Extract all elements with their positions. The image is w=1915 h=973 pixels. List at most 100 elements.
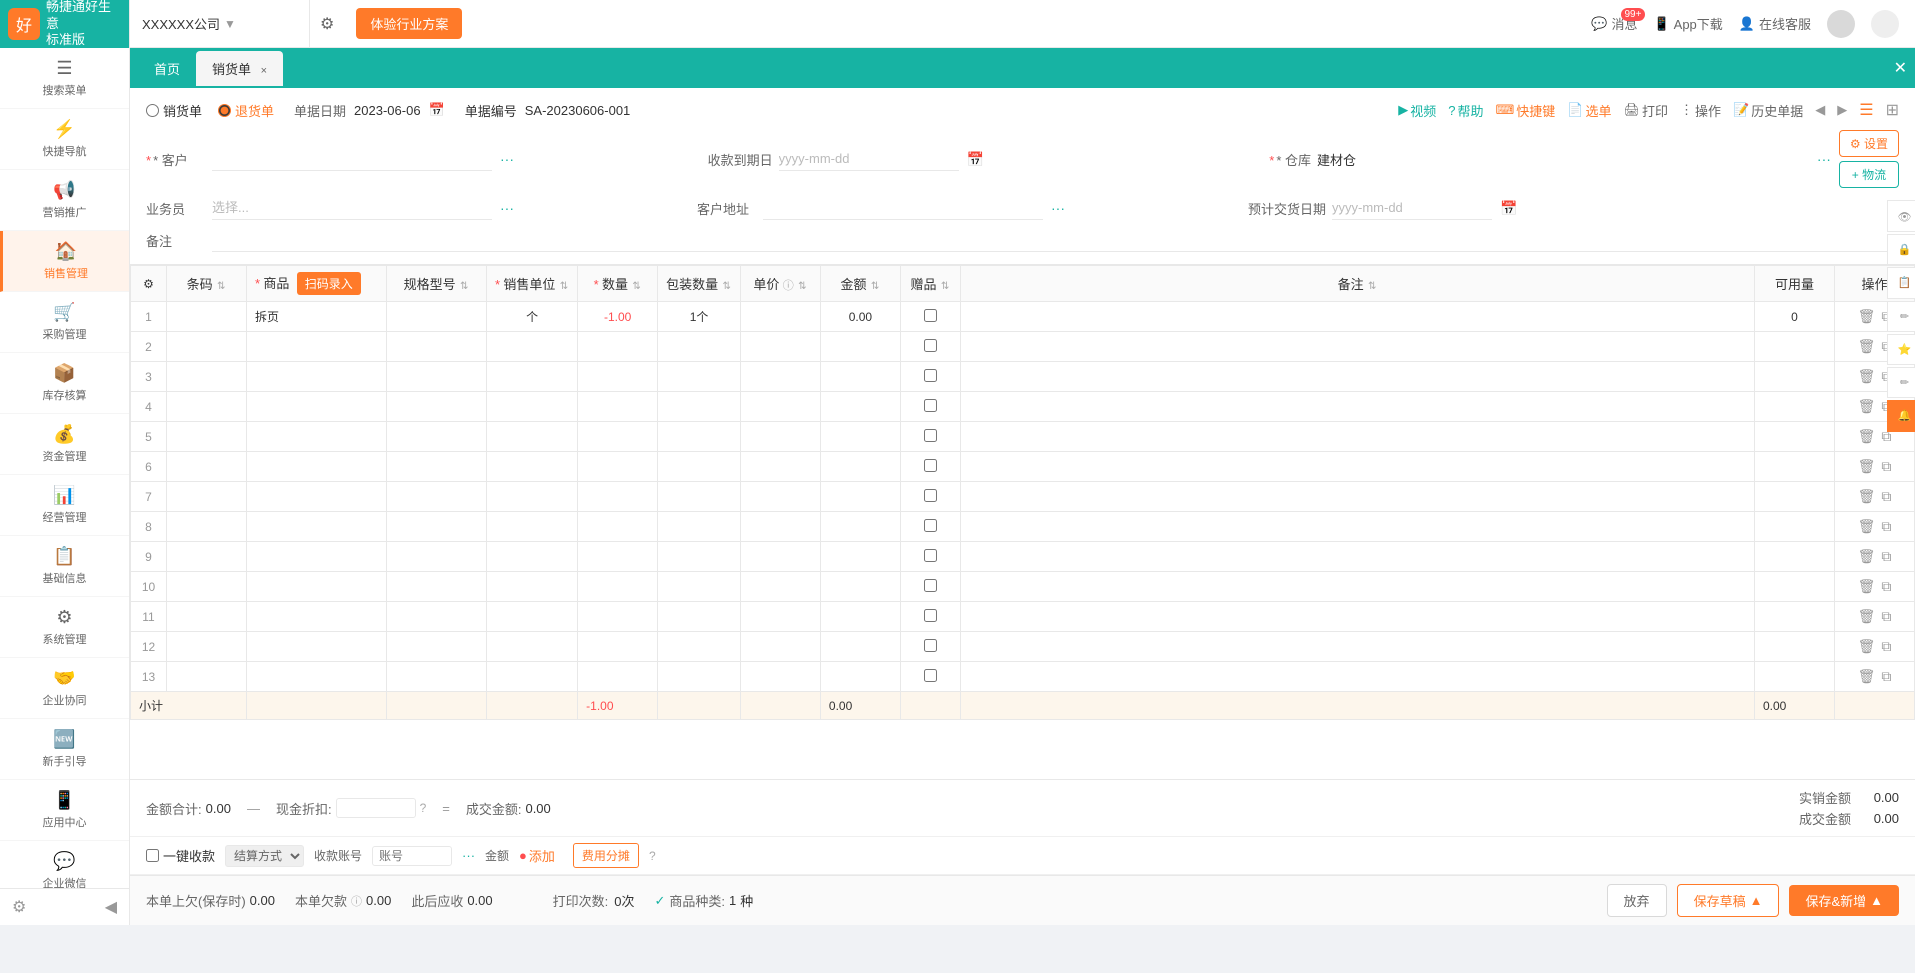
sale-bill-radio[interactable]: 销货单 (146, 101, 202, 120)
cell-spec[interactable] (387, 512, 487, 542)
cell-unit[interactable] (487, 392, 578, 422)
delete-row-icon[interactable]: 🗑 (1858, 668, 1876, 685)
cell-qty[interactable] (578, 422, 658, 452)
cell-amount[interactable] (820, 332, 900, 362)
delete-row-icon[interactable]: 🗑 (1858, 548, 1876, 565)
cell-pack-qty[interactable] (658, 632, 741, 662)
cash-discount-input[interactable] (336, 798, 416, 818)
cell-pack-qty[interactable] (658, 392, 741, 422)
cell-gift[interactable] (900, 362, 960, 392)
account-more-icon[interactable]: ··· (462, 848, 475, 863)
cell-gift[interactable] (900, 332, 960, 362)
cell-pack-qty[interactable] (658, 362, 741, 392)
cell-qty[interactable]: -1.00 (578, 302, 658, 332)
fee-help-icon[interactable]: ? (649, 849, 656, 863)
cell-pack-qty[interactable] (658, 662, 741, 692)
copy-row-icon[interactable]: ⧉ (1881, 548, 1891, 565)
cell-product[interactable] (247, 602, 387, 632)
cell-spec[interactable] (387, 602, 487, 632)
fee-split-button[interactable]: 费用分摊 (573, 843, 639, 868)
cell-pack-qty[interactable] (658, 512, 741, 542)
cell-barcode[interactable] (167, 662, 247, 692)
price-info-icon[interactable]: ⓘ (783, 280, 794, 292)
user-avatar[interactable] (1827, 10, 1855, 38)
sidebar-item-purchase[interactable]: 🛒 采购管理 (0, 292, 129, 353)
delete-row-icon[interactable]: 🗑 (1858, 518, 1876, 535)
cell-gift[interactable] (900, 542, 960, 572)
cell-barcode[interactable] (167, 512, 247, 542)
copy-row-icon[interactable]: ⧉ (1881, 518, 1891, 535)
cell-pack-qty[interactable] (658, 452, 741, 482)
close-all-tabs-button[interactable]: ✕ (1894, 58, 1907, 78)
cell-gift[interactable] (900, 452, 960, 482)
cell-price[interactable] (740, 632, 820, 662)
calc-method-select[interactable]: 结算方式 (225, 845, 304, 867)
cell-barcode[interactable] (167, 452, 247, 482)
float-btn-7[interactable]: 🔔 (1887, 400, 1915, 431)
copy-row-icon[interactable]: ⧉ (1881, 668, 1891, 685)
cell-barcode[interactable] (167, 332, 247, 362)
cell-unit[interactable] (487, 602, 578, 632)
sort-barcode-icon[interactable]: ⇅ (217, 281, 225, 292)
float-btn-5[interactable]: ⭐ (1887, 334, 1915, 365)
cell-amount[interactable] (820, 632, 900, 662)
view-grid-icon[interactable]: ⊞ (1886, 100, 1899, 120)
cell-price[interactable] (740, 362, 820, 392)
cell-spec[interactable] (387, 362, 487, 392)
delivery-date-input[interactable] (1332, 196, 1492, 220)
float-btn-2[interactable]: 🔒 (1887, 234, 1915, 265)
return-bill-radio[interactable]: 退货单 (218, 101, 274, 120)
cell-product[interactable] (247, 542, 387, 572)
cell-product[interactable] (247, 662, 387, 692)
sidebar-item-wechat[interactable]: 💬 企业微信 (0, 841, 129, 888)
cell-unit[interactable] (487, 482, 578, 512)
save-new-button[interactable]: 保存&新增 ▲ (1789, 885, 1899, 916)
float-btn-4[interactable]: ✏ (1887, 301, 1915, 332)
cell-gift[interactable] (900, 632, 960, 662)
tab-home[interactable]: 首页 (138, 51, 196, 86)
cell-barcode[interactable] (167, 392, 247, 422)
sidebar-item-finance[interactable]: 💰 资金管理 (0, 414, 129, 475)
cell-price[interactable] (740, 422, 820, 452)
cell-unit[interactable] (487, 662, 578, 692)
copy-row-icon[interactable]: ⧉ (1881, 638, 1891, 655)
cell-amount[interactable] (820, 392, 900, 422)
cell-product[interactable] (247, 482, 387, 512)
save-draft-button[interactable]: 保存草稿 ▲ (1677, 884, 1780, 917)
copy-row-icon[interactable]: ⧉ (1881, 578, 1891, 595)
cell-unit[interactable] (487, 632, 578, 662)
cell-amount[interactable] (820, 572, 900, 602)
message-button[interactable]: 💬 消息 99+ (1591, 14, 1637, 33)
cell-unit[interactable] (487, 572, 578, 602)
cell-price[interactable] (740, 662, 820, 692)
video-action-btn[interactable]: ▶ 视频 (1398, 101, 1436, 120)
cell-gift[interactable] (900, 662, 960, 692)
logistics-button[interactable]: + 物流 (1839, 161, 1899, 188)
cell-unit[interactable] (487, 512, 578, 542)
cell-remark[interactable] (960, 392, 1754, 422)
cell-product[interactable] (247, 452, 387, 482)
sort-pack-icon[interactable]: ⇅ (723, 281, 731, 292)
cell-amount[interactable]: 0.00 (820, 302, 900, 332)
cell-barcode[interactable] (167, 542, 247, 572)
cell-gift[interactable] (900, 302, 960, 332)
cell-pack-qty[interactable] (658, 542, 741, 572)
cell-remark[interactable] (960, 512, 1754, 542)
cell-pack-qty[interactable] (658, 482, 741, 512)
cell-product[interactable]: 拆页 (247, 302, 387, 332)
cell-qty[interactable] (578, 452, 658, 482)
cell-unit[interactable]: 个 (487, 302, 578, 332)
sidebar-collapse-icon[interactable]: ◀ (105, 897, 117, 917)
date-calendar-icon[interactable]: 📅 (429, 102, 445, 118)
cell-unit[interactable] (487, 452, 578, 482)
th-settings[interactable]: ⚙ (131, 266, 167, 302)
cell-spec[interactable] (387, 632, 487, 662)
cell-remark[interactable] (960, 662, 1754, 692)
cell-remark[interactable] (960, 332, 1754, 362)
cell-price[interactable] (740, 392, 820, 422)
cell-price[interactable] (740, 482, 820, 512)
one-click-checkbox[interactable] (146, 849, 159, 862)
sort-unit-icon[interactable]: ⇅ (560, 281, 568, 292)
cell-product[interactable] (247, 512, 387, 542)
address-more-icon[interactable]: ··· (1051, 200, 1065, 216)
